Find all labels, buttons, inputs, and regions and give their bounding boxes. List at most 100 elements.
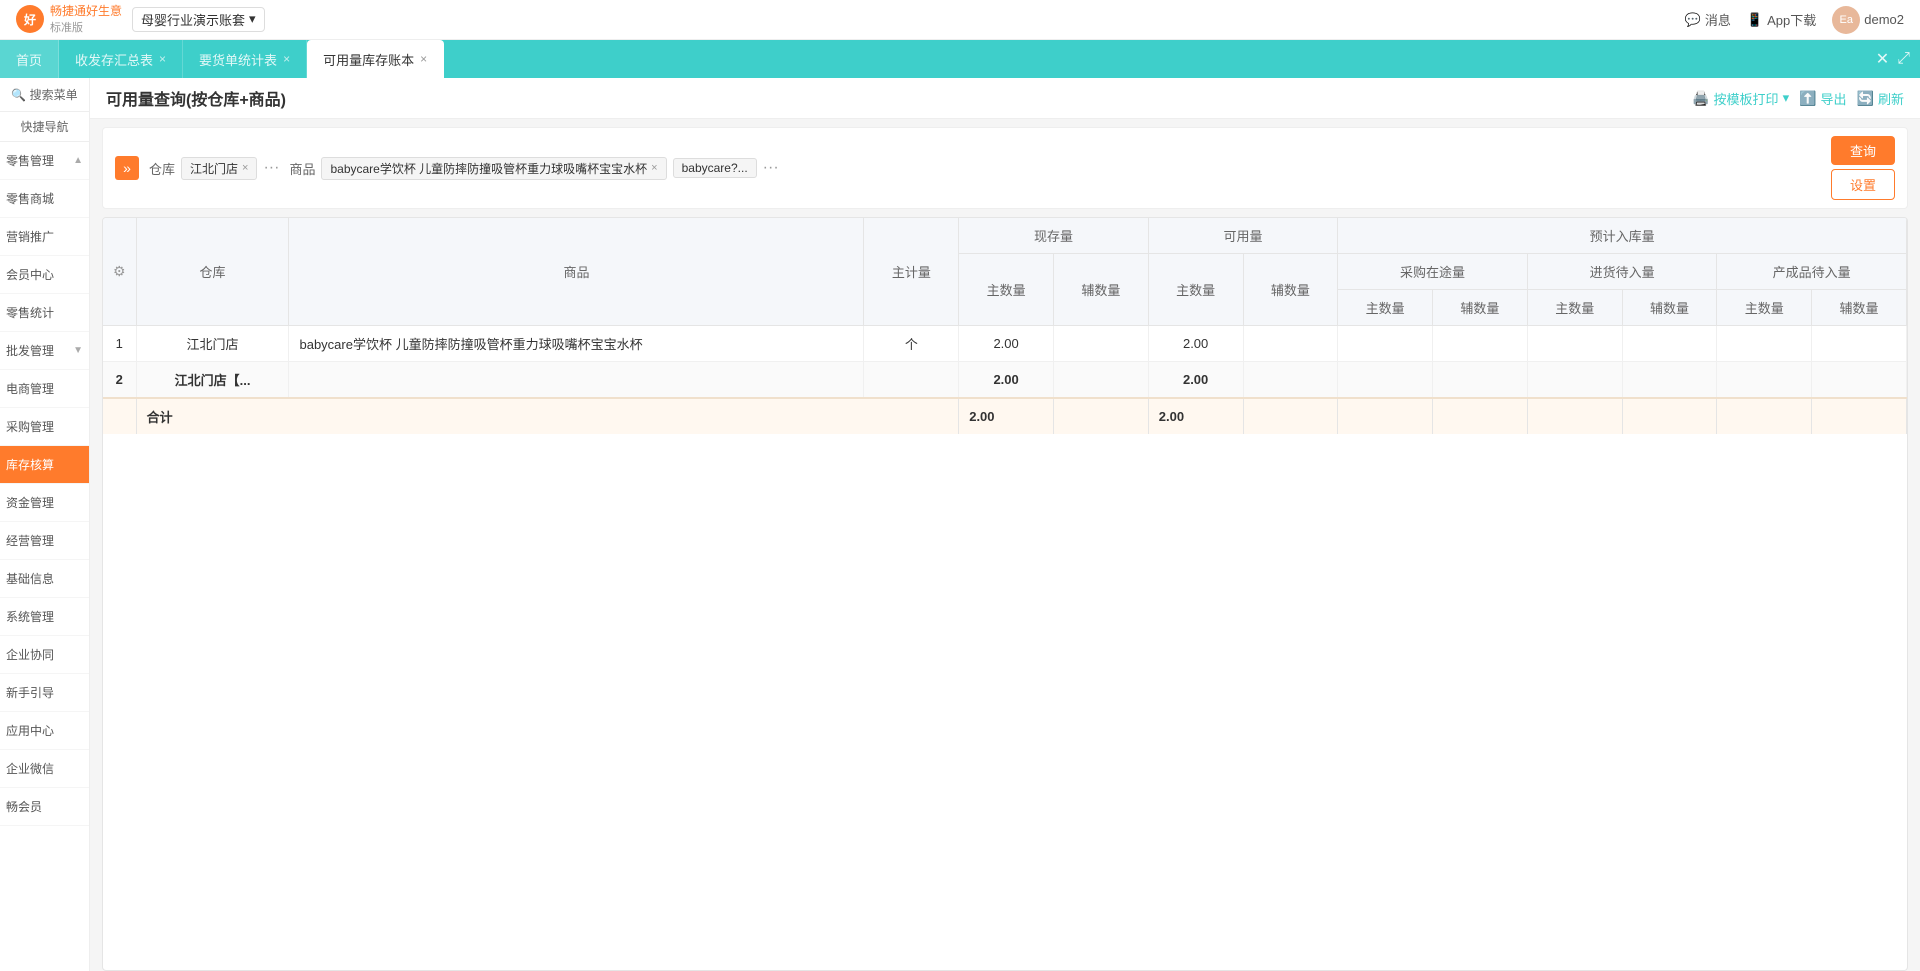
page-header: 可用量查询(按仓库+商品) 🖨️ 按模板打印 ▾ ⬆️ 导出 🔄 刷新	[90, 78, 1920, 119]
table-area: ⚙ 仓库 商品 主计量 现存量 可用量 预计入库量 主数量 辅数量 主数量 辅数…	[102, 217, 1908, 971]
user-menu[interactable]: Ea demo2	[1832, 6, 1904, 34]
sidebar-item-label: 电商管理	[6, 380, 54, 397]
td-stock-aux	[1053, 326, 1148, 362]
content-area: 可用量查询(按仓库+商品) 🖨️ 按模板打印 ▾ ⬆️ 导出 🔄 刷新	[90, 78, 1920, 971]
tab-available-close[interactable]: ×	[420, 52, 427, 66]
logo-text: 畅捷通好生意	[50, 4, 122, 18]
sidebar-item-retail-mall[interactable]: 零售商城	[0, 180, 89, 218]
td-product: babycare学饮杯 儿童防摔防撞吸管杯重力球吸嘴杯宝宝水杯	[289, 326, 864, 362]
td-total-avail-main: 2.00	[1148, 398, 1243, 434]
sidebar-search[interactable]: 🔍 搜索菜单	[0, 78, 89, 112]
sidebar-quick-nav-label: 快捷导航	[20, 120, 68, 134]
product-dots[interactable]: ···	[763, 159, 779, 177]
table-row: 1 江北门店 babycare学饮杯 儿童防摔防撞吸管杯重力球吸嘴杯宝宝水杯 个…	[103, 326, 1907, 362]
td-total-label: 合计	[136, 398, 959, 434]
subtotal-row: 2 江北门店【... 2.00 2.00	[103, 362, 1907, 399]
sidebar-item-finance[interactable]: 资金管理	[0, 484, 89, 522]
export-btn[interactable]: ⬆️ 导出	[1799, 89, 1846, 108]
sidebar-item-label: 新手引导	[6, 684, 54, 701]
tab-orders-close[interactable]: ×	[283, 52, 290, 66]
sidebar-item-label: 基础信息	[6, 570, 54, 587]
tab-orders[interactable]: 要货单统计表 ×	[183, 40, 307, 78]
sidebar-item-enterprise-coop[interactable]: 企业协同	[0, 636, 89, 674]
td-product-main	[1717, 326, 1812, 362]
app-download-btn[interactable]: 📱 App下载	[1747, 10, 1816, 29]
td-product-aux	[1812, 326, 1907, 362]
th-product-aux: 辅数量	[1812, 290, 1907, 326]
td-index: 1	[103, 326, 136, 362]
tab-home[interactable]: 首页	[0, 40, 59, 78]
sidebar-item-member-center[interactable]: 会员中心	[0, 256, 89, 294]
total-row: 合计 2.00 2.00	[103, 398, 1907, 434]
tab-available[interactable]: 可用量库存账本 ×	[307, 40, 444, 78]
sidebar-item-wholesale-mgmt[interactable]: 批发管理 ▼	[0, 332, 89, 370]
sidebar-item-label: 批发管理	[6, 342, 54, 359]
product-tag-1[interactable]: babycare学饮杯 儿童防摔防撞吸管杯重力球吸嘴杯宝宝水杯 ×	[321, 157, 666, 180]
message-icon: 💬	[1685, 12, 1701, 28]
sidebar-item-operations[interactable]: 经营管理	[0, 522, 89, 560]
product-remove-icon-1[interactable]: ×	[651, 162, 657, 174]
sidebar-item-label: 会员中心	[6, 266, 54, 283]
settings-gear-icon[interactable]: ⚙	[113, 263, 126, 279]
sidebar-quick-nav[interactable]: 快捷导航	[0, 112, 89, 142]
maximize-icon[interactable]: ⤢	[1897, 50, 1910, 68]
refresh-btn[interactable]: 🔄 刷新	[1857, 89, 1904, 108]
th-current-stock: 现存量	[959, 218, 1149, 254]
sidebar-item-marketing[interactable]: 营销推广	[0, 218, 89, 256]
warehouse-tag[interactable]: 江北门店 ×	[181, 157, 257, 180]
sidebar-item-app-center[interactable]: 应用中心	[0, 712, 89, 750]
sidebar-item-purchase-mgmt[interactable]: 采购管理	[0, 408, 89, 446]
warehouse-remove-icon[interactable]: ×	[242, 162, 248, 174]
sidebar-item-enterprise-wechat[interactable]: 企业微信	[0, 750, 89, 788]
tab-receipts-label: 收发存汇总表	[75, 50, 153, 69]
product-value-2: babycare?...	[682, 161, 748, 175]
filter-btn-group: 查询 设置	[1831, 136, 1895, 200]
td-subtotal-unit	[864, 362, 959, 399]
sidebar-item-sys-mgmt[interactable]: 系统管理	[0, 598, 89, 636]
td-avail-main: 2.00	[1148, 326, 1243, 362]
close-window-icon[interactable]: ✕	[1876, 49, 1889, 69]
td-avail-aux	[1243, 326, 1338, 362]
td-arrival-main	[1527, 326, 1622, 362]
top-bar-left: 好 畅捷通好生意 标准版 母婴行业演示账套 ▾	[16, 4, 265, 34]
sidebar-item-retail-stats[interactable]: 零售统计	[0, 294, 89, 332]
th-product: 商品	[289, 218, 864, 326]
org-selector[interactable]: 母婴行业演示账套 ▾	[132, 7, 265, 32]
td-subtotal-purchase-main	[1338, 362, 1433, 399]
tab-receipts[interactable]: 收发存汇总表 ×	[59, 40, 183, 78]
sidebar-item-ecommerce[interactable]: 电商管理	[0, 370, 89, 408]
th-purchase-transit: 采购在途量	[1338, 254, 1528, 290]
td-total-product-main	[1717, 398, 1812, 434]
product-tag-2[interactable]: babycare?...	[673, 158, 757, 178]
th-purchase-aux: 辅数量	[1433, 290, 1528, 326]
th-stock-main: 主数量	[959, 254, 1054, 326]
td-subtotal-product-aux	[1812, 362, 1907, 399]
message-btn[interactable]: 💬 消息	[1685, 10, 1731, 29]
settings-button[interactable]: 设置	[1831, 169, 1895, 200]
query-button[interactable]: 查询	[1831, 136, 1895, 165]
export-label: 导出	[1821, 89, 1847, 108]
td-subtotal-product-main	[1717, 362, 1812, 399]
sidebar-item-new-guide[interactable]: 新手引导	[0, 674, 89, 712]
th-avail-main: 主数量	[1148, 254, 1243, 326]
logo-text-block: 畅捷通好生意 标准版	[50, 4, 122, 34]
tab-orders-label: 要货单统计表	[199, 50, 277, 69]
sidebar-item-inventory[interactable]: 库存核算	[0, 446, 89, 484]
message-label: 消息	[1705, 10, 1731, 29]
product-label: 商品	[289, 159, 315, 178]
sidebar-item-retail-mgmt[interactable]: 零售管理 ▲	[0, 142, 89, 180]
td-total-stock-aux	[1053, 398, 1148, 434]
filter-expand-btn[interactable]: »	[115, 156, 139, 180]
logo-icon: 好	[16, 5, 44, 33]
sidebar-item-basic-info[interactable]: 基础信息	[0, 560, 89, 598]
nav-tabs: 首页 收发存汇总表 × 要货单统计表 × 可用量库存账本 × ✕ ⤢	[0, 40, 1920, 78]
tab-receipts-close[interactable]: ×	[159, 52, 166, 66]
main-layout: 🔍 搜索菜单 快捷导航 零售管理 ▲ 零售商城 营销推广 会员中心 零售统计 批…	[0, 78, 1920, 971]
warehouse-dots[interactable]: ···	[263, 159, 279, 177]
print-btn[interactable]: 🖨️ 按模板打印 ▾	[1692, 89, 1789, 108]
td-subtotal-stock-aux	[1053, 362, 1148, 399]
sidebar-item-member[interactable]: 畅会员	[0, 788, 89, 826]
warehouse-label: 仓库	[149, 159, 175, 178]
th-avail-aux: 辅数量	[1243, 254, 1338, 326]
warehouse-filter: 仓库 江北门店 × ···	[149, 157, 279, 180]
